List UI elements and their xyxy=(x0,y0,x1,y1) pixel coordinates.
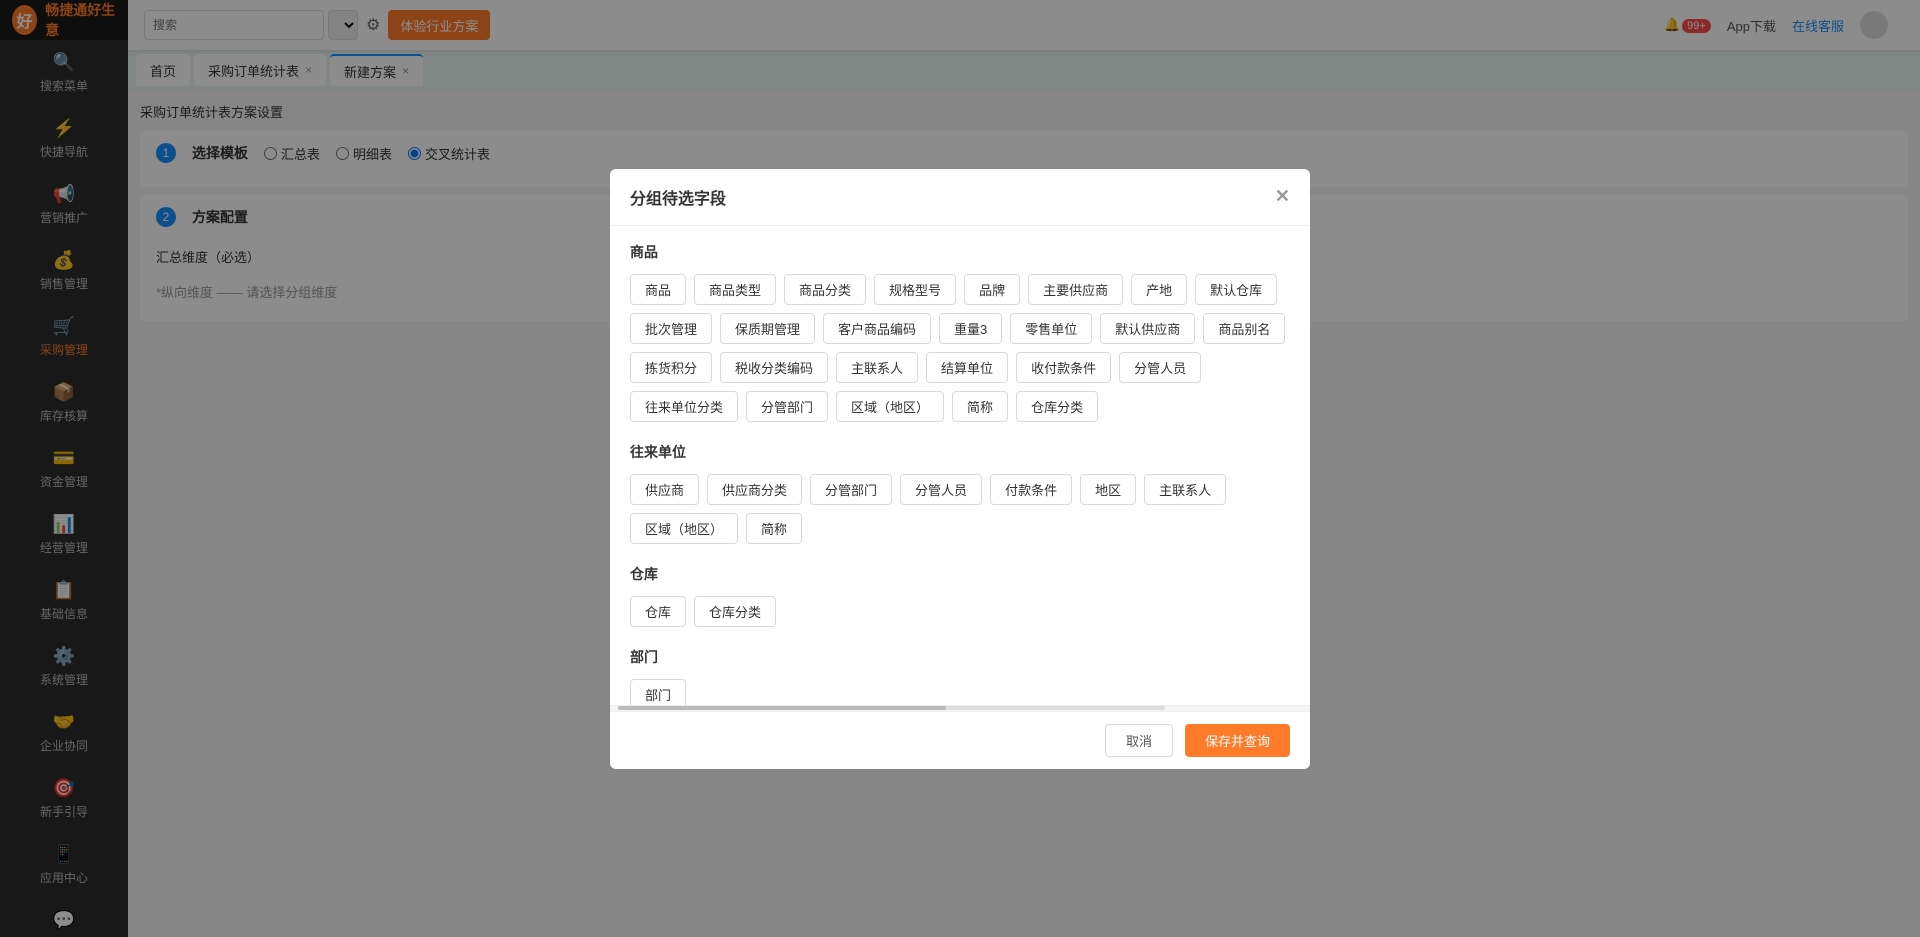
field-customer-code[interactable]: 客户商品编码 xyxy=(823,313,931,344)
section-partner-title: 往来单位 xyxy=(630,442,1290,462)
field-weight3[interactable]: 重量3 xyxy=(939,313,1002,344)
field-pick-points[interactable]: 拣货积分 xyxy=(630,352,712,383)
field-main-contact[interactable]: 主联系人 xyxy=(836,352,918,383)
field-retail-unit[interactable]: 零售单位 xyxy=(1010,313,1092,344)
field-brand[interactable]: 品牌 xyxy=(964,274,1020,305)
close-icon[interactable]: ✕ xyxy=(1275,186,1290,207)
field-supplier-category[interactable]: 供应商分类 xyxy=(707,474,802,505)
field-product[interactable]: 商品 xyxy=(630,274,686,305)
section-warehouse-title: 仓库 xyxy=(630,564,1290,584)
field-wh-category[interactable]: 仓库分类 xyxy=(694,596,776,627)
product-fields: 商品 商品类型 商品分类 规格型号 品牌 主要供应商 产地 默认仓库 批次管理 … xyxy=(630,274,1290,422)
section-product: 商品 商品 商品类型 商品分类 规格型号 品牌 主要供应商 产地 默认仓库 批次… xyxy=(630,242,1290,422)
field-select-modal: 分组待选字段 ✕ 商品 商品 商品类型 商品分类 规格型号 品牌 主要供应商 产… xyxy=(610,169,1310,769)
field-short-name[interactable]: 简称 xyxy=(952,391,1008,422)
modal-body[interactable]: 商品 商品 商品类型 商品分类 规格型号 品牌 主要供应商 产地 默认仓库 批次… xyxy=(610,226,1310,705)
section-warehouse: 仓库 仓库 仓库分类 xyxy=(630,564,1290,627)
field-default-warehouse[interactable]: 默认仓库 xyxy=(1195,274,1277,305)
modal-title: 分组待选字段 xyxy=(630,185,726,209)
modal-overlay: 分组待选字段 ✕ 商品 商品 商品类型 商品分类 规格型号 品牌 主要供应商 产… xyxy=(0,0,1920,937)
field-dept-partner[interactable]: 分管部门 xyxy=(810,474,892,505)
field-default-supplier[interactable]: 默认供应商 xyxy=(1100,313,1195,344)
field-product-alias[interactable]: 商品别名 xyxy=(1203,313,1285,344)
field-product-type[interactable]: 商品类型 xyxy=(694,274,776,305)
field-wh[interactable]: 仓库 xyxy=(630,596,686,627)
field-contact-partner[interactable]: 主联系人 xyxy=(1144,474,1226,505)
field-wh-category-prod[interactable]: 仓库分类 xyxy=(1016,391,1098,422)
field-dept-person[interactable]: 分管人员 xyxy=(900,474,982,505)
field-manager[interactable]: 分管人员 xyxy=(1119,352,1201,383)
field-region2[interactable]: 区域（地区） xyxy=(630,513,738,544)
field-unit-category[interactable]: 往来单位分类 xyxy=(630,391,738,422)
field-region-area[interactable]: 区域（地区） xyxy=(836,391,944,422)
field-area[interactable]: 地区 xyxy=(1080,474,1136,505)
field-supplier[interactable]: 供应商 xyxy=(630,474,699,505)
field-spec-type[interactable]: 规格型号 xyxy=(874,274,956,305)
modal-header: 分组待选字段 ✕ xyxy=(610,169,1310,226)
field-payment-cond[interactable]: 付款条件 xyxy=(990,474,1072,505)
confirm-button[interactable]: 保存并查询 xyxy=(1185,724,1290,757)
cancel-button[interactable]: 取消 xyxy=(1105,724,1173,757)
section-partner: 往来单位 供应商 供应商分类 分管部门 分管人员 付款条件 地区 主联系人 区域… xyxy=(630,442,1290,544)
department-fields: 部门 xyxy=(630,679,1290,705)
field-batch-mgmt[interactable]: 批次管理 xyxy=(630,313,712,344)
section-department-title: 部门 xyxy=(630,647,1290,667)
field-tax-code[interactable]: 税收分类编码 xyxy=(720,352,828,383)
modal-footer: 取消 保存并查询 xyxy=(610,711,1310,769)
field-dep[interactable]: 部门 xyxy=(630,679,686,705)
field-quality-mgmt[interactable]: 保质期管理 xyxy=(720,313,815,344)
field-payment-terms[interactable]: 收付款条件 xyxy=(1016,352,1111,383)
partner-fields: 供应商 供应商分类 分管部门 分管人员 付款条件 地区 主联系人 区域（地区） … xyxy=(630,474,1290,544)
warehouse-fields: 仓库 仓库分类 xyxy=(630,596,1290,627)
field-abbr[interactable]: 简称 xyxy=(746,513,802,544)
field-settlement-unit[interactable]: 结算单位 xyxy=(926,352,1008,383)
section-product-title: 商品 xyxy=(630,242,1290,262)
field-origin[interactable]: 产地 xyxy=(1131,274,1187,305)
field-product-category[interactable]: 商品分类 xyxy=(784,274,866,305)
field-main-supplier[interactable]: 主要供应商 xyxy=(1028,274,1123,305)
field-dept-mgmt[interactable]: 分管部门 xyxy=(746,391,828,422)
section-department: 部门 部门 xyxy=(630,647,1290,705)
